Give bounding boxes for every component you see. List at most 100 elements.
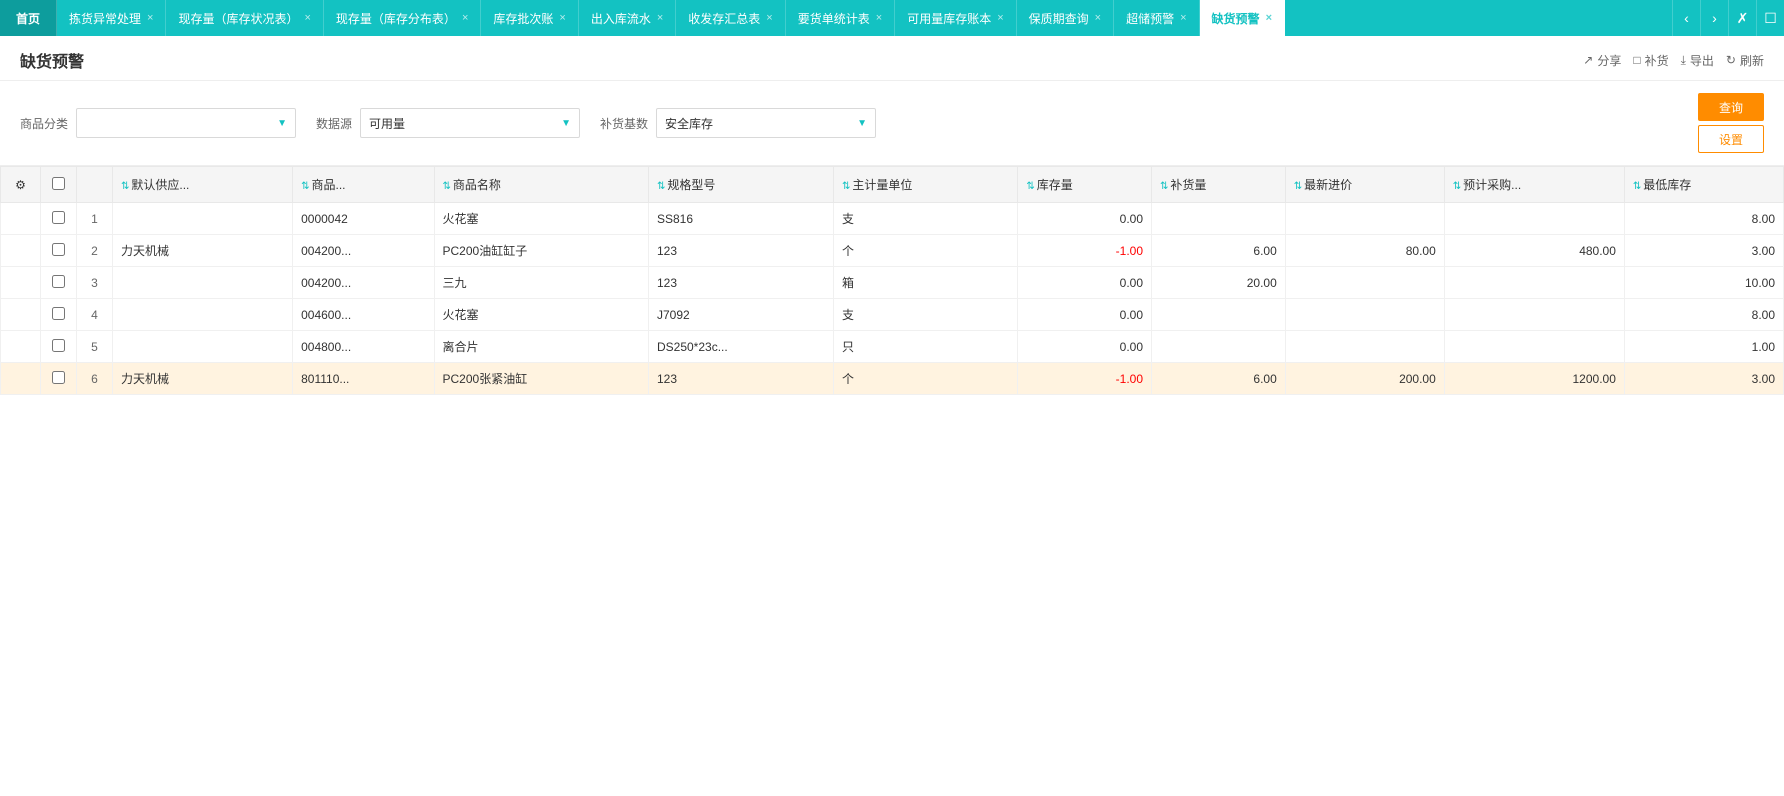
tab-maximize-button[interactable]: ☐ — [1756, 0, 1784, 36]
tab-close-icon[interactable]: × — [997, 12, 1003, 24]
row-checkbox-cell[interactable] — [41, 235, 77, 267]
tab-shortage-warn[interactable]: 缺货预警 × — [1200, 0, 1285, 36]
header-actions: ↗ 分享 □ 补货 ⤓ 导出 ↻ 刷新 — [1583, 52, 1764, 69]
row-est-purchase: 1200.00 — [1444, 363, 1624, 395]
row-checkbox[interactable] — [52, 275, 65, 288]
col-est-purchase[interactable]: ⇅预计采购... — [1444, 167, 1624, 203]
row-est-purchase — [1444, 267, 1624, 299]
tab-expiry-query[interactable]: 保质期查询× — [1017, 0, 1114, 36]
row-name: 火花塞 — [434, 203, 648, 235]
main-content: 缺货预警 ↗ 分享 □ 补货 ⤓ 导出 ↻ 刷新 商品分类 — [0, 36, 1784, 796]
col-min-stock[interactable]: ⇅最低库存 — [1624, 167, 1783, 203]
row-checkbox-cell[interactable] — [41, 203, 77, 235]
tab-anomaly[interactable]: 拣货异常处理× — [57, 0, 166, 36]
select-all-checkbox[interactable] — [52, 177, 65, 190]
tab-label: 缺货预警 — [1212, 10, 1260, 27]
tab-inventory-dist[interactable]: 现存量（库存分布表）× — [324, 0, 481, 36]
table-body: 1 0000042 火花塞 SS816 支 0.00 8.00 2 力天机械 0… — [1, 203, 1784, 395]
replenish-base-arrow-icon: ▼ — [857, 118, 867, 129]
row-latest-price: 80.00 — [1285, 235, 1444, 267]
row-stock: -1.00 — [1018, 363, 1152, 395]
tab-inout-flow[interactable]: 出入库流水× — [579, 0, 676, 36]
col-rownum — [77, 167, 113, 203]
row-checkbox[interactable] — [52, 307, 65, 320]
col-latest-price[interactable]: ⇅最新进价 — [1285, 167, 1444, 203]
row-checkbox[interactable] — [52, 211, 65, 224]
row-gear-cell — [1, 267, 41, 299]
tab-prev-button[interactable]: ‹ — [1672, 0, 1700, 36]
row-supplier — [113, 299, 293, 331]
col-stock[interactable]: ⇅库存量 — [1018, 167, 1152, 203]
datasource-select[interactable]: 可用量 ▼ — [360, 108, 580, 138]
category-select[interactable]: ▼ — [76, 108, 296, 138]
tab-inventory-status[interactable]: 现存量（库存状况表）× — [166, 0, 323, 36]
share-icon: ↗ — [1583, 53, 1593, 67]
tab-close-icon[interactable]: × — [657, 12, 663, 24]
tab-bar: 首页拣货异常处理×现存量（库存状况表）×现存量（库存分布表）×库存批次账×出入库… — [0, 0, 1784, 36]
settings-button[interactable]: 设置 — [1698, 125, 1764, 153]
tab-demand-stats[interactable]: 要货单统计表 × — [786, 0, 895, 36]
row-latest-price — [1285, 267, 1444, 299]
row-min-stock: 10.00 — [1624, 267, 1783, 299]
row-spec: SS816 — [648, 203, 833, 235]
tab-overstock-warn[interactable]: 超储预警 × — [1114, 0, 1199, 36]
row-code: 801110... — [293, 363, 434, 395]
filter-area: 商品分类 ▼ 数据源 可用量 ▼ 补货基数 安全库存 ▼ 查询 设置 — [0, 81, 1784, 166]
tab-label: 超储预警 — [1126, 10, 1174, 27]
tab-close-icon[interactable]: × — [462, 12, 468, 24]
table-row: 1 0000042 火花塞 SS816 支 0.00 8.00 — [1, 203, 1784, 235]
col-gear[interactable]: ⚙ — [1, 167, 41, 203]
query-button[interactable]: 查询 — [1698, 93, 1764, 121]
table-row: 2 力天机械 004200... PC200油缸缸子 123 个 -1.00 6… — [1, 235, 1784, 267]
row-code: 004200... — [293, 235, 434, 267]
replenish-button[interactable]: □ 补货 — [1633, 52, 1668, 69]
row-checkbox[interactable] — [52, 371, 65, 384]
col-supplier[interactable]: ⇅默认供应... — [113, 167, 293, 203]
tab-batch-account[interactable]: 库存批次账× — [481, 0, 578, 36]
row-checkbox-cell[interactable] — [41, 363, 77, 395]
row-checkbox-cell[interactable] — [41, 331, 77, 363]
col-replenish[interactable]: ⇅补货量 — [1152, 167, 1286, 203]
tab-label: 要货单统计表 — [798, 10, 870, 27]
col-name[interactable]: ⇅商品名称 — [434, 167, 648, 203]
tab-home[interactable]: 首页 — [0, 0, 57, 36]
refresh-button[interactable]: ↻ 刷新 — [1726, 52, 1764, 69]
col-checkbox-header[interactable] — [41, 167, 77, 203]
tab-restore-button[interactable]: ✗ — [1728, 0, 1756, 36]
col-code[interactable]: ⇅商品... — [293, 167, 434, 203]
row-checkbox-cell[interactable] — [41, 299, 77, 331]
row-gear-cell — [1, 203, 41, 235]
row-checkbox[interactable] — [52, 243, 65, 256]
replenish-base-filter-group: 补货基数 安全库存 ▼ — [600, 108, 876, 138]
row-min-stock: 8.00 — [1624, 299, 1783, 331]
data-table: ⚙ ⇅默认供应... ⇅商品... ⇅商品名称 ⇅规格型号 ⇅主计量单位 ⇅库存… — [0, 166, 1784, 395]
datasource-label: 数据源 — [316, 115, 352, 132]
tab-close-icon[interactable]: × — [766, 12, 772, 24]
tab-close-icon[interactable]: × — [147, 12, 153, 24]
tab-close-icon[interactable]: × — [1180, 12, 1186, 24]
export-button[interactable]: ⤓ 导出 — [1681, 52, 1714, 69]
tab-close-icon[interactable]: × — [1266, 12, 1272, 24]
replenish-base-select[interactable]: 安全库存 ▼ — [656, 108, 876, 138]
row-latest-price — [1285, 331, 1444, 363]
row-name: PC200油缸缸子 — [434, 235, 648, 267]
tab-close-icon[interactable]: × — [304, 12, 310, 24]
row-est-purchase — [1444, 331, 1624, 363]
tab-next-button[interactable]: › — [1700, 0, 1728, 36]
col-spec[interactable]: ⇅规格型号 — [648, 167, 833, 203]
tab-available-ledger[interactable]: 可用量库存账本× — [895, 0, 1016, 36]
share-button[interactable]: ↗ 分享 — [1583, 52, 1621, 69]
row-checkbox[interactable] — [52, 339, 65, 352]
row-supplier — [113, 267, 293, 299]
row-spec: 123 — [648, 235, 833, 267]
row-spec: J7092 — [648, 299, 833, 331]
tab-collect-summary[interactable]: 收发存汇总表× — [676, 0, 785, 36]
row-stock: 0.00 — [1018, 299, 1152, 331]
tab-close-icon[interactable]: × — [559, 12, 565, 24]
col-unit[interactable]: ⇅主计量单位 — [833, 167, 1017, 203]
tab-close-icon[interactable]: × — [876, 12, 882, 24]
replenish-base-value: 安全库存 — [665, 115, 713, 132]
row-checkbox-cell[interactable] — [41, 267, 77, 299]
row-est-purchase — [1444, 299, 1624, 331]
tab-close-icon[interactable]: × — [1095, 12, 1101, 24]
